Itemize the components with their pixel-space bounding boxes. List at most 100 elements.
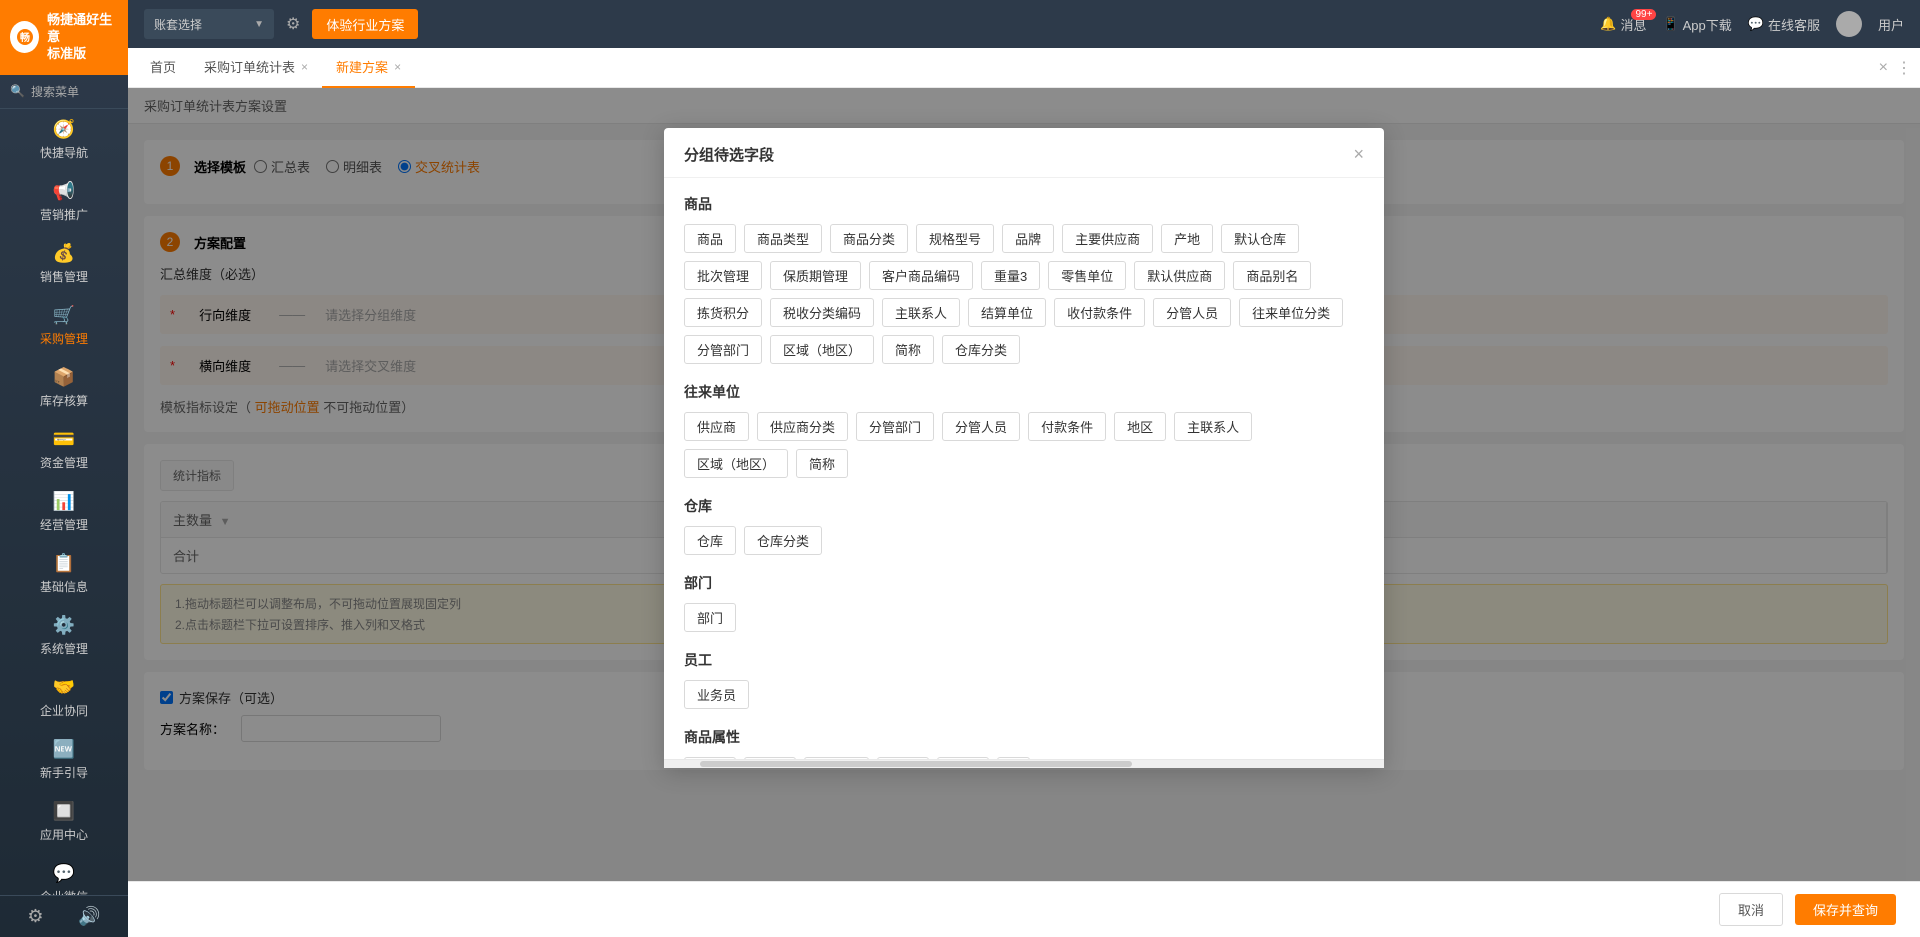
field-tags-department: 部门 bbox=[684, 603, 1364, 632]
logo-text: 畅捷通好生意 标准版 bbox=[47, 12, 118, 63]
field-tag-业务员[interactable]: 业务员 bbox=[684, 680, 749, 709]
field-tag-分管人员[interactable]: 分管人员 bbox=[1153, 298, 1231, 327]
field-tag-分管人员[interactable]: 分管人员 bbox=[942, 412, 1020, 441]
field-tag-主联系人[interactable]: 主联系人 bbox=[1174, 412, 1252, 441]
notification-btn[interactable]: 🔔 消息 99+ bbox=[1600, 15, 1646, 34]
field-tag-付款条件[interactable]: 付款条件 bbox=[1028, 412, 1106, 441]
field-tag-供应商分类[interactable]: 供应商分类 bbox=[757, 412, 848, 441]
field-tag-结算单位[interactable]: 结算单位 bbox=[968, 298, 1046, 327]
user-avatar[interactable] bbox=[1836, 11, 1862, 37]
sidebar-item-finance[interactable]: 💳 资金管理 bbox=[0, 419, 128, 481]
field-tag-批次管理[interactable]: 批次管理 bbox=[684, 261, 762, 290]
sidebar-item-wechat[interactable]: 💬 企业微信 bbox=[0, 853, 128, 895]
tab-new-plan-close[interactable]: × bbox=[394, 60, 401, 74]
field-tag-拣货积分[interactable]: 拣货积分 bbox=[684, 298, 762, 327]
field-tag-简称[interactable]: 简称 bbox=[882, 335, 934, 364]
sidebar-search[interactable]: 🔍 搜索菜单 bbox=[0, 75, 128, 109]
tab-purchase-stats-label: 采购订单统计表 bbox=[204, 57, 295, 76]
tabs-right-controls: × ⋮ bbox=[1879, 58, 1912, 78]
settings-bottom-icon[interactable]: ⚙ bbox=[27, 906, 43, 927]
field-tag-仓库[interactable]: 仓库 bbox=[684, 526, 736, 555]
svg-text:畅: 畅 bbox=[20, 31, 30, 44]
sidebar-item-quick-nav[interactable]: 🧭 快捷导航 bbox=[0, 109, 128, 171]
modal-title: 分组待选字段 bbox=[684, 144, 774, 165]
sidebar-item-guide[interactable]: 🆕 新手引导 bbox=[0, 729, 128, 791]
tab-home[interactable]: 首页 bbox=[136, 48, 190, 88]
search-icon: 🔍 bbox=[10, 84, 25, 98]
topbar: 账套选择 ▼ ⚙ 体验行业方案 🔔 消息 99+ 📱 App下载 💬 在线客服 … bbox=[128, 0, 1920, 48]
sidebar-item-appcenter[interactable]: 🔲 应用中心 bbox=[0, 791, 128, 853]
online-service-icon: 💬 bbox=[1748, 16, 1764, 32]
tab-new-plan[interactable]: 新建方案 × bbox=[322, 48, 415, 88]
field-tag-规格型号[interactable]: 规格型号 bbox=[916, 224, 994, 253]
field-tag-默认仓库[interactable]: 默认仓库 bbox=[1221, 224, 1299, 253]
tab-purchase-stats-close[interactable]: × bbox=[301, 60, 308, 74]
sidebar-item-sales[interactable]: 💰 销售管理 bbox=[0, 233, 128, 295]
sidebar-item-inventory[interactable]: 📦 库存核算 bbox=[0, 357, 128, 419]
field-tag-重量3[interactable]: 重量3 bbox=[981, 261, 1040, 290]
field-tag-客户商品编码[interactable]: 客户商品编码 bbox=[869, 261, 973, 290]
sidebar-item-basic[interactable]: 📋 基础信息 bbox=[0, 543, 128, 605]
field-tag-商品[interactable]: 商品 bbox=[684, 224, 736, 253]
modal-horizontal-scrollbar[interactable] bbox=[664, 759, 1384, 768]
field-tag-仓库分类[interactable]: 仓库分类 bbox=[942, 335, 1020, 364]
field-tag-区域（地区）[interactable]: 区域（地区） bbox=[684, 449, 788, 478]
operation-icon: 📊 bbox=[53, 491, 75, 512]
online-service-btn[interactable]: 💬 在线客服 bbox=[1748, 15, 1820, 34]
footer-bar: 取消 保存并查询 bbox=[128, 881, 1920, 937]
field-tag-供应商[interactable]: 供应商 bbox=[684, 412, 749, 441]
field-tag-主联系人[interactable]: 主联系人 bbox=[882, 298, 960, 327]
sidebar-item-marketing[interactable]: 📢 营销推广 bbox=[0, 171, 128, 233]
finance-icon: 💳 bbox=[53, 429, 75, 450]
sidebar-item-label: 销售管理 bbox=[40, 268, 88, 285]
marketing-icon: 📢 bbox=[53, 181, 75, 202]
field-tag-往来单位分类[interactable]: 往来单位分类 bbox=[1239, 298, 1343, 327]
sidebar-item-operation[interactable]: 📊 经营管理 bbox=[0, 481, 128, 543]
tab-close-all-btn[interactable]: × bbox=[1879, 59, 1888, 77]
tab-home-label: 首页 bbox=[150, 57, 176, 76]
modal-header: 分组待选字段 × bbox=[664, 128, 1384, 178]
field-tag-分管部门[interactable]: 分管部门 bbox=[856, 412, 934, 441]
volume-bottom-icon[interactable]: 🔊 bbox=[78, 906, 100, 927]
field-tag-收付款条件[interactable]: 收付款条件 bbox=[1054, 298, 1145, 327]
field-tag-部门[interactable]: 部门 bbox=[684, 603, 736, 632]
field-tag-商品分类[interactable]: 商品分类 bbox=[830, 224, 908, 253]
hscroll-thumb[interactable] bbox=[700, 761, 1132, 767]
sidebar-item-system[interactable]: ⚙️ 系统管理 bbox=[0, 605, 128, 667]
modal-close-btn[interactable]: × bbox=[1353, 144, 1364, 165]
field-tag-区域（地区）[interactable]: 区域（地区） bbox=[770, 335, 874, 364]
field-tag-税收分类编码[interactable]: 税收分类编码 bbox=[770, 298, 874, 327]
cancel-button[interactable]: 取消 bbox=[1719, 893, 1783, 926]
field-tag-地区[interactable]: 地区 bbox=[1114, 412, 1166, 441]
tab-menu-btn[interactable]: ⋮ bbox=[1896, 58, 1912, 78]
exp-industry-btn[interactable]: 体验行业方案 bbox=[312, 9, 418, 39]
field-tag-简称[interactable]: 简称 bbox=[796, 449, 848, 478]
sales-icon: 💰 bbox=[53, 243, 75, 264]
field-tag-默认供应商[interactable]: 默认供应商 bbox=[1134, 261, 1225, 290]
sidebar: 畅 畅捷通好生意 标准版 🔍 搜索菜单 🧭 快捷导航 📢 营销推广 💰 销售管理… bbox=[0, 0, 128, 937]
field-tag-零售单位[interactable]: 零售单位 bbox=[1048, 261, 1126, 290]
tab-purchase-stats[interactable]: 采购订单统计表 × bbox=[190, 48, 322, 88]
sidebar-item-label: 系统管理 bbox=[40, 640, 88, 657]
topbar-right: 🔔 消息 99+ 📱 App下载 💬 在线客服 用户 bbox=[1600, 11, 1904, 37]
sidebar-item-purchase[interactable]: 🛒 采购管理 bbox=[0, 295, 128, 357]
sidebar-logo: 畅 畅捷通好生意 标准版 bbox=[0, 0, 128, 75]
app-download-btn[interactable]: 📱 App下载 bbox=[1662, 15, 1731, 34]
sidebar-item-label: 营销推广 bbox=[40, 206, 88, 223]
save-query-button[interactable]: 保存并查询 bbox=[1795, 894, 1896, 925]
field-tag-商品类型[interactable]: 商品类型 bbox=[744, 224, 822, 253]
field-tag-主要供应商[interactable]: 主要供应商 bbox=[1062, 224, 1153, 253]
sidebar-item-corp[interactable]: 🤝 企业协同 bbox=[0, 667, 128, 729]
field-tag-分管部门[interactable]: 分管部门 bbox=[684, 335, 762, 364]
account-select[interactable]: 账套选择 ▼ bbox=[144, 9, 274, 39]
topbar-gear-icon[interactable]: ⚙ bbox=[286, 14, 300, 34]
field-tag-仓库分类[interactable]: 仓库分类 bbox=[744, 526, 822, 555]
field-tag-产地[interactable]: 产地 bbox=[1161, 224, 1213, 253]
sidebar-item-label: 应用中心 bbox=[40, 826, 88, 843]
field-tags-warehouse: 仓库仓库分类 bbox=[684, 526, 1364, 555]
field-tag-商品别名[interactable]: 商品别名 bbox=[1233, 261, 1311, 290]
app-download-label: App下载 bbox=[1683, 15, 1732, 34]
field-tag-保质期管理[interactable]: 保质期管理 bbox=[770, 261, 861, 290]
field-tags-partner: 供应商供应商分类分管部门分管人员付款条件地区主联系人区域（地区） 简称 bbox=[684, 412, 1364, 478]
field-tag-品牌[interactable]: 品牌 bbox=[1002, 224, 1054, 253]
